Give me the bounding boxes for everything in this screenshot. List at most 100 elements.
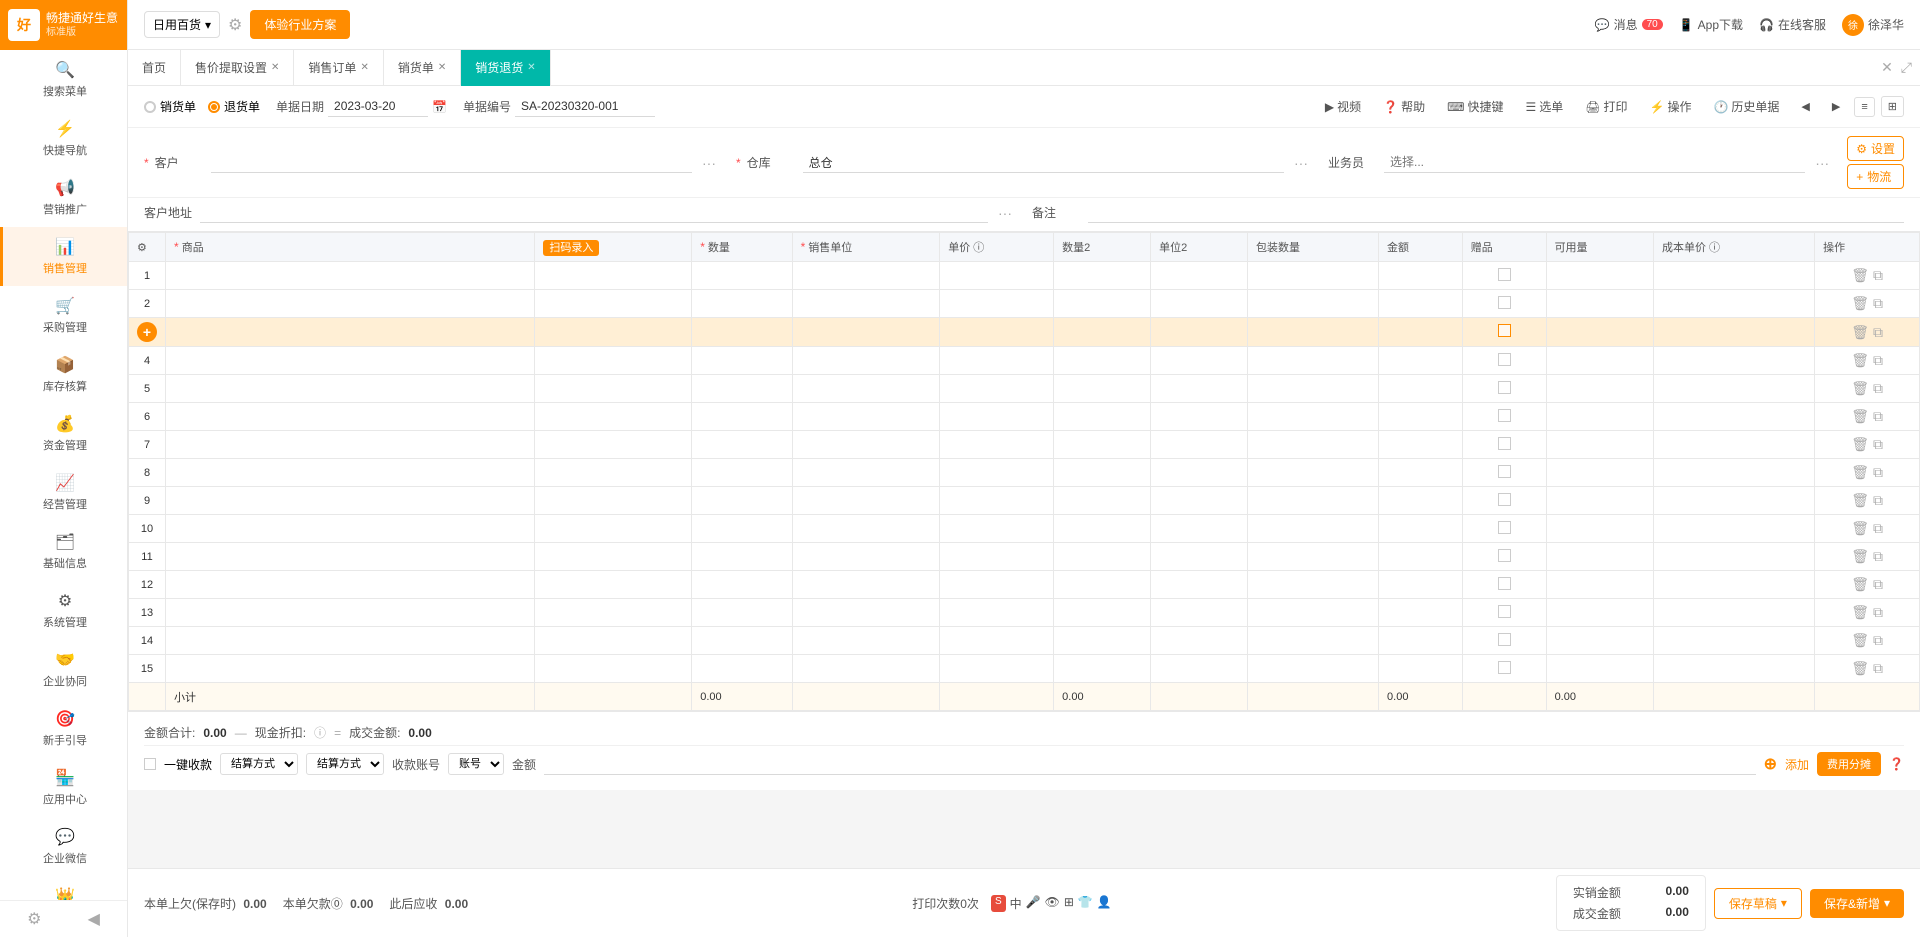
unit-cell[interactable] xyxy=(792,459,940,487)
gift-cell[interactable] xyxy=(1462,627,1546,655)
product-cell[interactable] xyxy=(166,403,535,431)
history-btn[interactable]: 🕐 历史单据 xyxy=(1705,94,1787,119)
copy-icon[interactable]: ⧉ xyxy=(1873,324,1883,341)
sidebar-item-新手引导[interactable]: 🎯新手引导 xyxy=(0,699,127,758)
unit2-cell[interactable] xyxy=(1151,431,1248,459)
pack-qty-cell[interactable] xyxy=(1248,571,1379,599)
amount-cell[interactable] xyxy=(1379,403,1463,431)
gift-cell[interactable] xyxy=(1462,571,1546,599)
available-cell[interactable] xyxy=(1546,571,1653,599)
pack-qty-cell[interactable] xyxy=(1248,515,1379,543)
unit2-cell[interactable] xyxy=(1151,347,1248,375)
unit-cell[interactable] xyxy=(792,318,940,347)
qty2-cell[interactable] xyxy=(1054,459,1151,487)
shortcut-btn[interactable]: ⌨ 快捷键 xyxy=(1439,94,1511,119)
price-cell[interactable] xyxy=(940,459,1054,487)
staff-input[interactable] xyxy=(1384,152,1805,173)
copy-icon[interactable]: ⧉ xyxy=(1873,604,1883,621)
pack-qty-cell[interactable] xyxy=(1248,627,1379,655)
qty-cell[interactable] xyxy=(692,599,792,627)
price-cell[interactable] xyxy=(940,262,1054,290)
amount-cell[interactable] xyxy=(1379,571,1463,599)
unit-cell[interactable] xyxy=(792,515,940,543)
cost-price-cell[interactable] xyxy=(1653,431,1814,459)
gift-cell[interactable] xyxy=(1462,487,1546,515)
qty-cell[interactable] xyxy=(692,290,792,318)
pack-qty-cell[interactable] xyxy=(1248,290,1379,318)
one-click-checkbox[interactable] xyxy=(144,758,156,770)
sidebar-item-快捷导航[interactable]: ⚡快捷导航 xyxy=(0,109,127,168)
settings-gear-icon[interactable]: ⚙ xyxy=(228,15,242,35)
cost-price-cell[interactable] xyxy=(1653,290,1814,318)
add-row-icon[interactable]: ⊕ xyxy=(1764,754,1777,774)
available-cell[interactable] xyxy=(1546,627,1653,655)
price-cell[interactable] xyxy=(940,318,1054,347)
cost-price-cell[interactable] xyxy=(1653,515,1814,543)
amount-cell[interactable] xyxy=(1379,375,1463,403)
remark-input[interactable] xyxy=(1088,202,1904,223)
unit-cell[interactable] xyxy=(792,262,940,290)
sidebar-item-资金管理[interactable]: 💰资金管理 xyxy=(0,404,127,463)
pack-qty-cell[interactable] xyxy=(1248,431,1379,459)
delete-icon[interactable]: 🗑 xyxy=(1851,324,1869,341)
radio-shipping[interactable]: 销货单 xyxy=(144,98,196,115)
sidebar-item-经营管理[interactable]: 📈经营管理 xyxy=(0,463,127,522)
amount-cell[interactable] xyxy=(1379,543,1463,571)
cost-price-cell[interactable] xyxy=(1653,571,1814,599)
unit2-cell[interactable] xyxy=(1151,599,1248,627)
calendar-icon[interactable]: 📅 xyxy=(432,100,447,114)
copy-icon[interactable]: ⧉ xyxy=(1873,267,1883,284)
qty-cell[interactable] xyxy=(692,262,792,290)
product-cell[interactable] xyxy=(166,655,535,683)
message-item[interactable]: 💬 消息 70 xyxy=(1595,16,1663,33)
delete-icon[interactable]: 🗑 xyxy=(1851,660,1869,677)
unit-cell[interactable] xyxy=(792,487,940,515)
available-cell[interactable] xyxy=(1546,375,1653,403)
amount-input[interactable] xyxy=(544,754,1756,775)
qty-cell[interactable] xyxy=(692,627,792,655)
address-dots-btn[interactable]: ··· xyxy=(994,205,1016,221)
cost-price-cell[interactable] xyxy=(1653,347,1814,375)
delete-icon[interactable]: 🗑 xyxy=(1851,267,1869,284)
gift-cell[interactable] xyxy=(1462,655,1546,683)
customer-dots-btn[interactable]: ··· xyxy=(698,155,720,171)
copy-icon[interactable]: ⧉ xyxy=(1873,660,1883,677)
qty-cell[interactable] xyxy=(692,431,792,459)
tab-销货退货[interactable]: 销货退货✕ xyxy=(461,50,550,86)
gift-cell[interactable] xyxy=(1462,459,1546,487)
qty-cell[interactable] xyxy=(692,515,792,543)
qty-cell[interactable] xyxy=(692,487,792,515)
add-logistics-btn[interactable]: + 物流 xyxy=(1847,164,1904,189)
available-cell[interactable] xyxy=(1546,347,1653,375)
pack-qty-cell[interactable] xyxy=(1248,655,1379,683)
cost-price-cell[interactable] xyxy=(1653,375,1814,403)
sidebar-item-应用中心[interactable]: 🏪应用中心 xyxy=(0,758,127,817)
gift-cell[interactable] xyxy=(1462,515,1546,543)
qty-cell[interactable] xyxy=(692,459,792,487)
unit-cell[interactable] xyxy=(792,599,940,627)
price-cell[interactable] xyxy=(940,599,1054,627)
product-cell[interactable] xyxy=(166,262,535,290)
module-selector[interactable]: 日用百货 ▾ xyxy=(144,11,220,38)
delete-icon[interactable]: 🗑 xyxy=(1851,604,1869,621)
copy-icon[interactable]: ⧉ xyxy=(1873,408,1883,425)
qty2-cell[interactable] xyxy=(1054,487,1151,515)
unit2-cell[interactable] xyxy=(1151,487,1248,515)
product-cell[interactable] xyxy=(166,543,535,571)
tab-close-icon[interactable]: ✕ xyxy=(271,62,279,73)
product-cell[interactable] xyxy=(166,627,535,655)
price-cell[interactable] xyxy=(940,571,1054,599)
sidebar-item-企业协同[interactable]: 🤝企业协同 xyxy=(0,640,127,699)
unit2-cell[interactable] xyxy=(1151,403,1248,431)
amount-cell[interactable] xyxy=(1379,318,1463,347)
th-scan[interactable]: 扫码录入 xyxy=(535,233,692,262)
pack-qty-cell[interactable] xyxy=(1248,487,1379,515)
amount-cell[interactable] xyxy=(1379,431,1463,459)
available-cell[interactable] xyxy=(1546,459,1653,487)
unit-cell[interactable] xyxy=(792,431,940,459)
price-cell[interactable] xyxy=(940,375,1054,403)
settings-icon[interactable]: ⚙ xyxy=(27,909,41,929)
delete-icon[interactable]: 🗑 xyxy=(1851,520,1869,537)
warehouse-input[interactable] xyxy=(803,152,1284,173)
settings-btn[interactable]: ⚙ 设置 xyxy=(1847,136,1904,161)
